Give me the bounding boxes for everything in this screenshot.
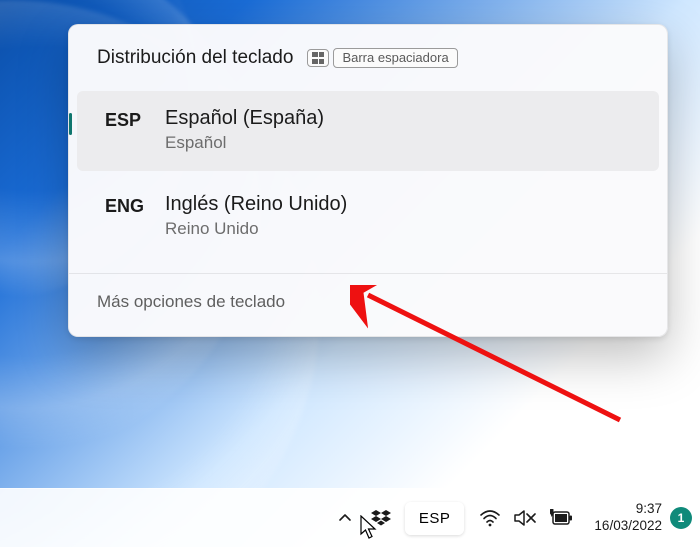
layout-sub: Reino Unido — [165, 219, 347, 239]
layout-title: Español (España) — [165, 107, 324, 130]
layout-title: Inglés (Reino Unido) — [165, 193, 347, 216]
volume-muted-icon — [514, 508, 536, 528]
language-code: ESP — [419, 510, 451, 527]
flyout-title: Distribución del teclado — [97, 47, 293, 69]
language-indicator[interactable]: ESP — [405, 502, 465, 535]
taskbar-clock[interactable]: 9:37 16/03/2022 — [586, 501, 664, 535]
layout-code: ESP — [105, 107, 165, 131]
taskbar: ESP — [0, 488, 700, 547]
desktop: Distribución del teclado Barra espaciado… — [0, 0, 700, 547]
more-keyboard-options-label: Más opciones de teclado — [97, 292, 285, 311]
spacebar-keycap: Barra espaciadora — [333, 48, 457, 69]
notification-badge[interactable]: 1 — [670, 507, 692, 529]
layout-list: ESP Español (España) Español ENG Inglés … — [69, 91, 667, 267]
more-keyboard-options-link[interactable]: Más opciones de teclado — [69, 274, 667, 336]
notification-count: 1 — [678, 511, 685, 525]
layout-text: Inglés (Reino Unido) Reino Unido — [165, 193, 347, 239]
layout-item-eng[interactable]: ENG Inglés (Reino Unido) Reino Unido — [77, 177, 659, 257]
tray-overflow-button[interactable] — [329, 496, 361, 540]
system-tray: ESP — [329, 489, 692, 547]
clock-date: 16/03/2022 — [594, 518, 662, 535]
layout-code: ENG — [105, 193, 165, 217]
layout-sub: Español — [165, 133, 324, 153]
windows-key-icon — [307, 49, 329, 67]
keyboard-shortcut-hint: Barra espaciadora — [307, 48, 457, 69]
layout-item-esp[interactable]: ESP Español (España) Español — [77, 91, 659, 171]
flyout-header: Distribución del teclado Barra espaciado… — [69, 25, 667, 91]
chevron-up-icon — [337, 510, 353, 526]
layout-text: Español (España) Español — [165, 107, 324, 153]
battery-charging-icon — [550, 509, 574, 527]
clock-time: 9:37 — [594, 501, 662, 518]
wifi-icon — [480, 508, 500, 528]
keyboard-layout-flyout: Distribución del teclado Barra espaciado… — [68, 24, 668, 337]
cursor-icon — [360, 515, 378, 541]
quick-settings-button[interactable] — [470, 508, 584, 528]
